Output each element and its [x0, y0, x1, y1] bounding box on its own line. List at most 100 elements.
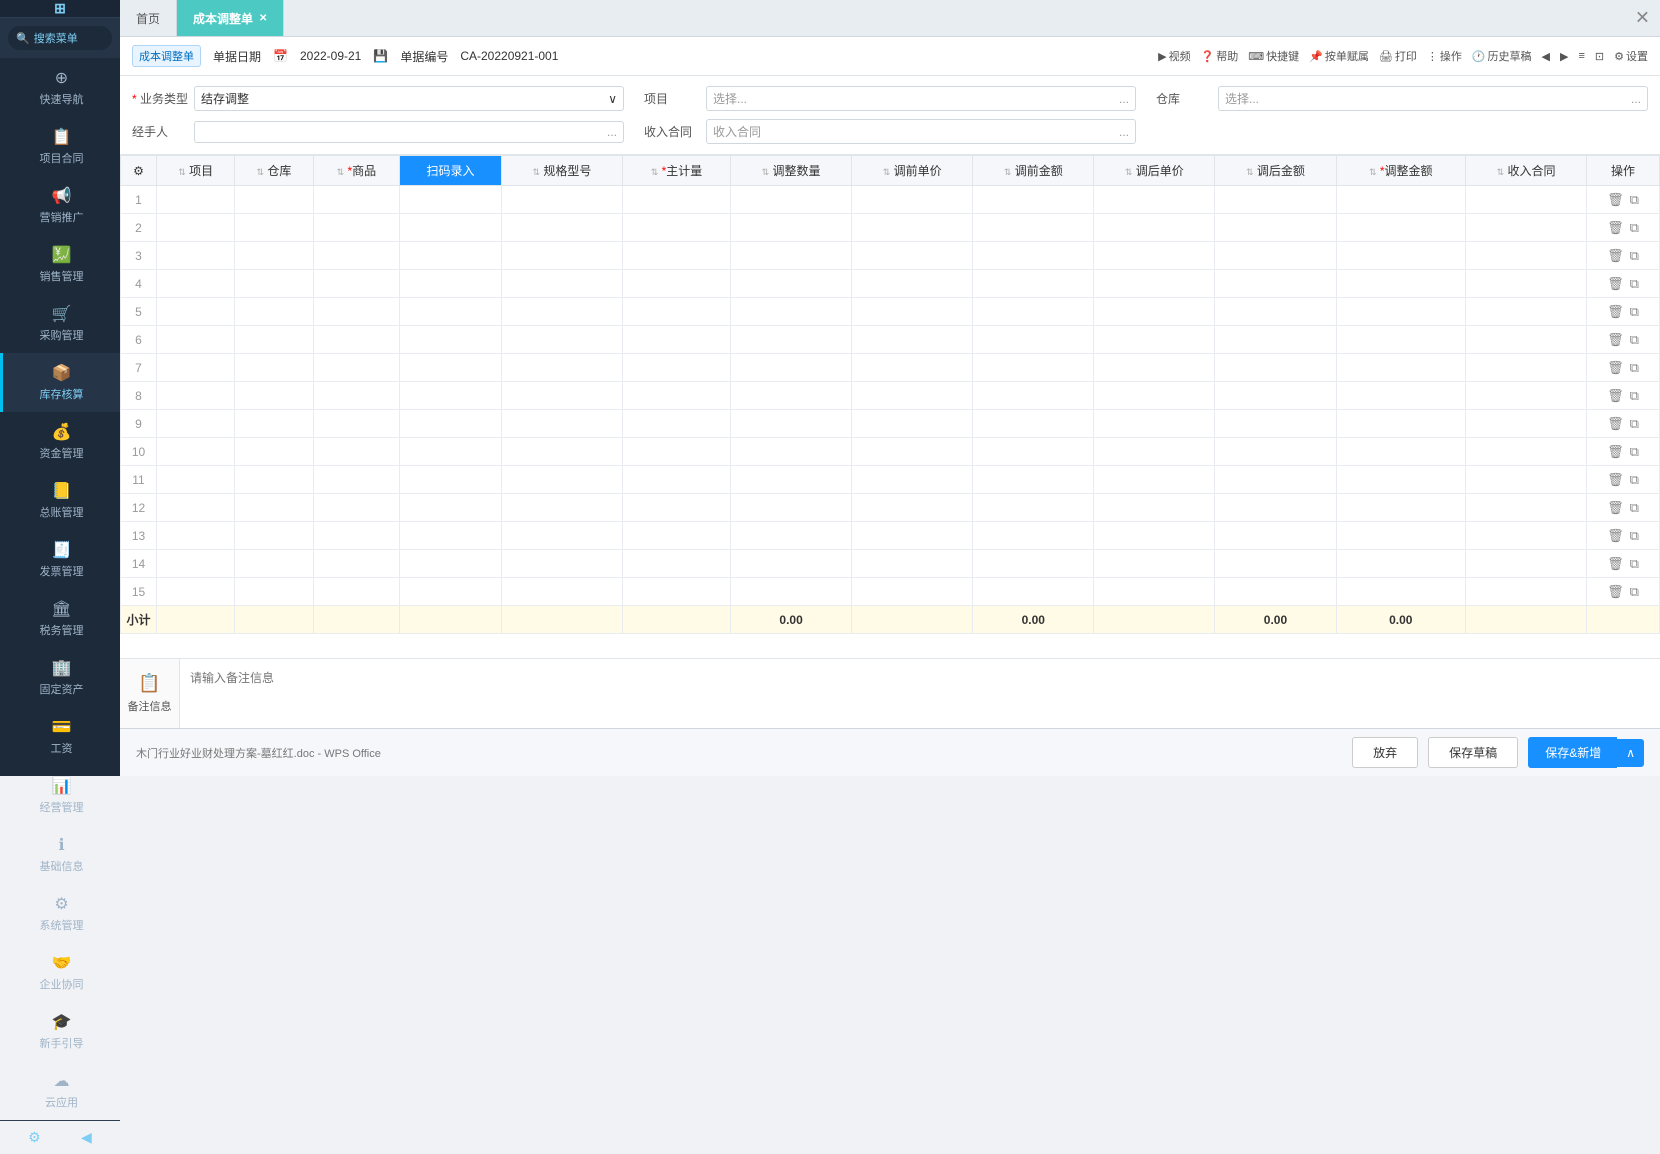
action-cell[interactable]: 🗑 ⧉	[1587, 186, 1660, 214]
settings-icon[interactable]: ⚙	[28, 1129, 41, 1146]
sidebar-item-cloud-apps[interactable]: ☁ 云应用	[0, 1061, 120, 1120]
sidebar-item-basic-info[interactable]: ℹ 基础信息	[0, 825, 120, 884]
copy-icon[interactable]: ⧉	[1630, 584, 1639, 600]
delete-icon[interactable]: 🗑	[1607, 388, 1624, 404]
sidebar-item-enterprise-collab[interactable]: 🤝 企业协同	[0, 943, 120, 1002]
help-button[interactable]: ❓帮助	[1201, 48, 1239, 64]
action-cell[interactable]: 🗑 ⧉	[1587, 522, 1660, 550]
action-cell[interactable]: 🗑 ⧉	[1587, 270, 1660, 298]
copy-icon[interactable]: ⧉	[1630, 220, 1639, 236]
action-cell[interactable]: 🗑 ⧉	[1587, 550, 1660, 578]
print-button[interactable]: 🖨打印	[1379, 48, 1417, 64]
col-product: ⇅ *商品	[313, 156, 400, 186]
action-cell[interactable]: 🗑 ⧉	[1587, 214, 1660, 242]
operate-button[interactable]: ⋮操作	[1427, 48, 1462, 64]
copy-icon[interactable]: ⧉	[1630, 276, 1639, 292]
discard-button[interactable]: 放弃	[1352, 737, 1418, 768]
delete-icon[interactable]: 🗑	[1607, 528, 1624, 544]
copy-icon[interactable]: ⧉	[1630, 248, 1639, 264]
delete-icon[interactable]: 🗑	[1607, 416, 1624, 432]
warehouse-select[interactable]: 选择... ...	[1218, 86, 1648, 111]
handler-select[interactable]: ...	[194, 121, 624, 143]
search-box[interactable]: 🔍 搜索菜单	[8, 26, 112, 50]
save-draft-button[interactable]: 保存草稿	[1428, 737, 1518, 768]
view-button[interactable]: ▶视频	[1158, 48, 1190, 64]
delete-icon[interactable]: 🗑	[1607, 248, 1624, 264]
action-cell[interactable]: 🗑 ⧉	[1587, 354, 1660, 382]
delete-icon[interactable]: 🗑	[1607, 584, 1624, 600]
copy-icon[interactable]: ⧉	[1630, 416, 1639, 432]
save-new-button[interactable]: 保存&新增	[1528, 737, 1617, 768]
copy-icon[interactable]: ⧉	[1630, 444, 1639, 460]
copy-icon[interactable]: ⧉	[1630, 472, 1639, 488]
sidebar-item-fund-management[interactable]: 💰 资金管理	[0, 412, 120, 471]
copy-icon[interactable]: ⧉	[1630, 332, 1639, 348]
copy-icon[interactable]: ⧉	[1630, 388, 1639, 404]
copy-icon[interactable]: ⧉	[1630, 500, 1639, 516]
copy-icon[interactable]: ⧉	[1630, 360, 1639, 376]
col-scan-input[interactable]: 扫码录入	[400, 156, 502, 186]
action-cell[interactable]: 🗑 ⧉	[1587, 382, 1660, 410]
tab-close-icon[interactable]: ✕	[259, 13, 267, 24]
sidebar-item-ops-management[interactable]: 📊 经营管理	[0, 766, 120, 825]
sidebar-item-project-contract[interactable]: 📋 项目合同	[0, 117, 120, 176]
copy-icon[interactable]: ⧉	[1630, 304, 1639, 320]
sidebar-bottom: ⚙ ◀	[0, 1120, 120, 1154]
nav-prev-button[interactable]: ◀	[1542, 50, 1550, 63]
action-cell[interactable]: 🗑 ⧉	[1587, 298, 1660, 326]
history-button[interactable]: 🕐历史草稿	[1472, 48, 1532, 64]
action-cell[interactable]: 🗑 ⧉	[1587, 438, 1660, 466]
delete-icon[interactable]: 🗑	[1607, 276, 1624, 292]
action-cell[interactable]: 🗑 ⧉	[1587, 242, 1660, 270]
sidebar-item-inventory-calc[interactable]: 📦 库存核算	[0, 353, 120, 412]
sidebar-item-sales-management[interactable]: 💹 销售管理	[0, 235, 120, 294]
action-cell[interactable]: 🗑 ⧉	[1587, 494, 1660, 522]
delete-icon[interactable]: 🗑	[1607, 220, 1624, 236]
sidebar-item-tax-management[interactable]: 🏛 税务管理	[0, 589, 120, 648]
delete-icon[interactable]: 🗑	[1607, 360, 1624, 376]
action-cell[interactable]: 🗑 ⧉	[1587, 326, 1660, 354]
sidebar-item-salary[interactable]: 💳 工资	[0, 707, 120, 766]
sidebar-item-sales-promotion[interactable]: 📢 营销推广	[0, 176, 120, 235]
shortcut-button[interactable]: ⌨快捷键	[1248, 48, 1299, 64]
business-type-select[interactable]: 结存调整 ∨	[194, 86, 624, 111]
collapse-icon[interactable]: ◀	[81, 1129, 92, 1146]
sidebar-search-area[interactable]: 🔍 搜索菜单	[0, 18, 120, 58]
delete-icon[interactable]: 🗑	[1607, 556, 1624, 572]
action-cell[interactable]: 🗑 ⧉	[1587, 578, 1660, 606]
copy-icon[interactable]: ⧉	[1630, 528, 1639, 544]
sidebar-item-purchase-management[interactable]: 🛒 采购管理	[0, 294, 120, 353]
nav-next-button[interactable]: ▶	[1560, 50, 1568, 63]
submit-review-button[interactable]: 📌按单赋属	[1309, 48, 1369, 64]
project-select[interactable]: 选择... ...	[706, 86, 1136, 111]
handler-row: 经手人 ...	[132, 119, 624, 144]
view-detail-button[interactable]: ⊡	[1595, 50, 1604, 63]
close-window-button[interactable]: ✕	[1635, 8, 1650, 29]
action-cell[interactable]: 🗑 ⧉	[1587, 410, 1660, 438]
sidebar-item-system-management[interactable]: ⚙ 系统管理	[0, 884, 120, 943]
sidebar-item-ledger-management[interactable]: 📒 总账管理	[0, 471, 120, 530]
delete-icon[interactable]: 🗑	[1607, 472, 1624, 488]
sidebar-item-newbie-guide[interactable]: 🎓 新手引导	[0, 1002, 120, 1061]
save-new-dropdown-button[interactable]: ∧	[1617, 739, 1644, 767]
col-settings[interactable]: ⚙	[121, 156, 157, 186]
income-contract-select[interactable]: 收入合同 ...	[706, 119, 1136, 144]
tab-cost-adjust[interactable]: 成本调整单 ✕	[177, 0, 284, 36]
delete-icon[interactable]: 🗑	[1607, 192, 1624, 208]
delete-icon[interactable]: 🗑	[1607, 304, 1624, 320]
action-cell[interactable]: 🗑 ⧉	[1587, 466, 1660, 494]
delete-icon[interactable]: 🗑	[1607, 444, 1624, 460]
delete-icon[interactable]: 🗑	[1607, 500, 1624, 516]
sidebar-item-fixed-assets[interactable]: 🏢 固定资产	[0, 648, 120, 707]
copy-icon[interactable]: ⧉	[1630, 556, 1639, 572]
date-label: 单据日期	[213, 48, 261, 65]
copy-icon[interactable]: ⧉	[1630, 192, 1639, 208]
tab-home[interactable]: 首页	[120, 0, 177, 36]
view-list-button[interactable]: ≡	[1578, 50, 1584, 62]
sidebar-item-invoice-management[interactable]: 🧾 发票管理	[0, 530, 120, 589]
settings-button[interactable]: ⚙ 设置	[1614, 48, 1648, 64]
memo-input[interactable]	[180, 659, 1660, 728]
delete-icon[interactable]: 🗑	[1607, 332, 1624, 348]
sidebar-item-quick-nav[interactable]: ⊕ 快速导航	[0, 58, 120, 117]
table-wrapper[interactable]: ⚙ ⇅ 项目 ⇅ 仓库 ⇅ *商品 扫码录入 ⇅ 规格型号 ⇅ *主计量 ⇅ 调…	[120, 155, 1660, 658]
